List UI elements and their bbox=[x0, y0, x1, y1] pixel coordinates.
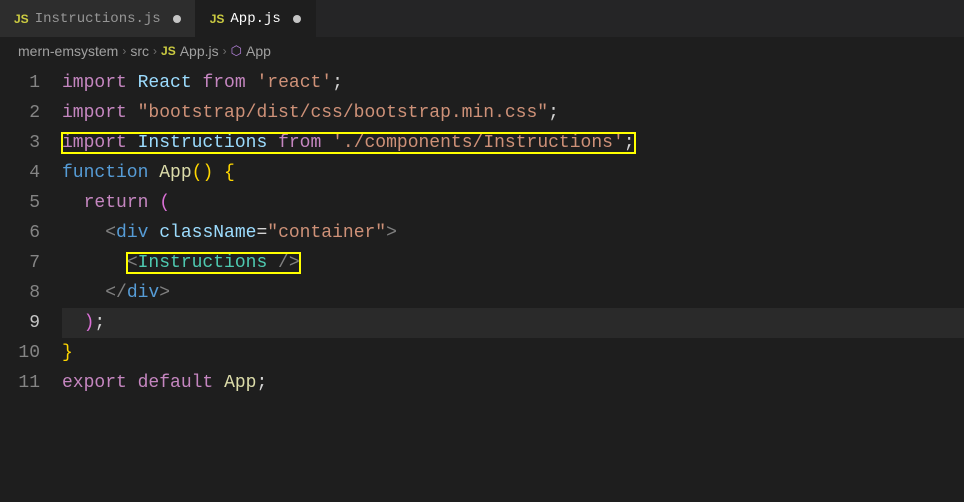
line-number: 9 bbox=[0, 308, 40, 338]
line-number: 1 bbox=[0, 68, 40, 98]
line-number-gutter: 1 2 3 4 5 6 7 8 9 10 11 bbox=[0, 68, 62, 398]
code-line: ); bbox=[62, 308, 964, 338]
code-line: function App() { bbox=[62, 158, 964, 188]
modified-indicator-icon bbox=[293, 15, 301, 23]
line-number: 7 bbox=[0, 248, 40, 278]
tab-app[interactable]: JS App.js bbox=[196, 0, 316, 37]
line-number: 5 bbox=[0, 188, 40, 218]
line-number: 2 bbox=[0, 98, 40, 128]
tab-label: Instructions.js bbox=[35, 11, 161, 27]
code-line: import "bootstrap/dist/css/bootstrap.min… bbox=[62, 98, 964, 128]
code-line: <div className="container"> bbox=[62, 218, 964, 248]
symbol-icon: ⬡ bbox=[231, 43, 242, 59]
line-number: 8 bbox=[0, 278, 40, 308]
code-line: } bbox=[62, 338, 964, 368]
tab-instructions[interactable]: JS Instructions.js bbox=[0, 0, 196, 37]
line-number: 11 bbox=[0, 368, 40, 398]
code-line: </div> bbox=[62, 278, 964, 308]
code-line-highlighted: import Instructions from './components/I… bbox=[62, 128, 964, 158]
code-line: import React from 'react'; bbox=[62, 68, 964, 98]
breadcrumb: mern-emsystem › src › JS App.js › ⬡ App bbox=[0, 38, 964, 64]
chevron-right-icon: › bbox=[223, 44, 227, 58]
breadcrumb-item[interactable]: src bbox=[130, 43, 149, 59]
js-icon: JS bbox=[14, 12, 29, 26]
line-number: 10 bbox=[0, 338, 40, 368]
line-number: 4 bbox=[0, 158, 40, 188]
code-line: export default App; bbox=[62, 368, 964, 398]
modified-indicator-icon bbox=[173, 15, 181, 23]
code-content[interactable]: import React from 'react'; import "boots… bbox=[62, 68, 964, 398]
tab-bar: JS Instructions.js JS App.js bbox=[0, 0, 964, 38]
chevron-right-icon: › bbox=[153, 44, 157, 58]
breadcrumb-item[interactable]: App bbox=[246, 43, 271, 59]
breadcrumb-item[interactable]: App.js bbox=[180, 43, 219, 59]
tab-label: App.js bbox=[230, 11, 280, 27]
js-icon: JS bbox=[161, 44, 176, 58]
code-line-highlighted: <Instructions /> bbox=[62, 248, 964, 278]
code-line: return ( bbox=[62, 188, 964, 218]
breadcrumb-item[interactable]: mern-emsystem bbox=[18, 43, 118, 59]
line-number: 3 bbox=[0, 128, 40, 158]
code-editor[interactable]: 1 2 3 4 5 6 7 8 9 10 11 import React fro… bbox=[0, 64, 964, 398]
chevron-right-icon: › bbox=[122, 44, 126, 58]
js-icon: JS bbox=[210, 12, 225, 26]
line-number: 6 bbox=[0, 218, 40, 248]
